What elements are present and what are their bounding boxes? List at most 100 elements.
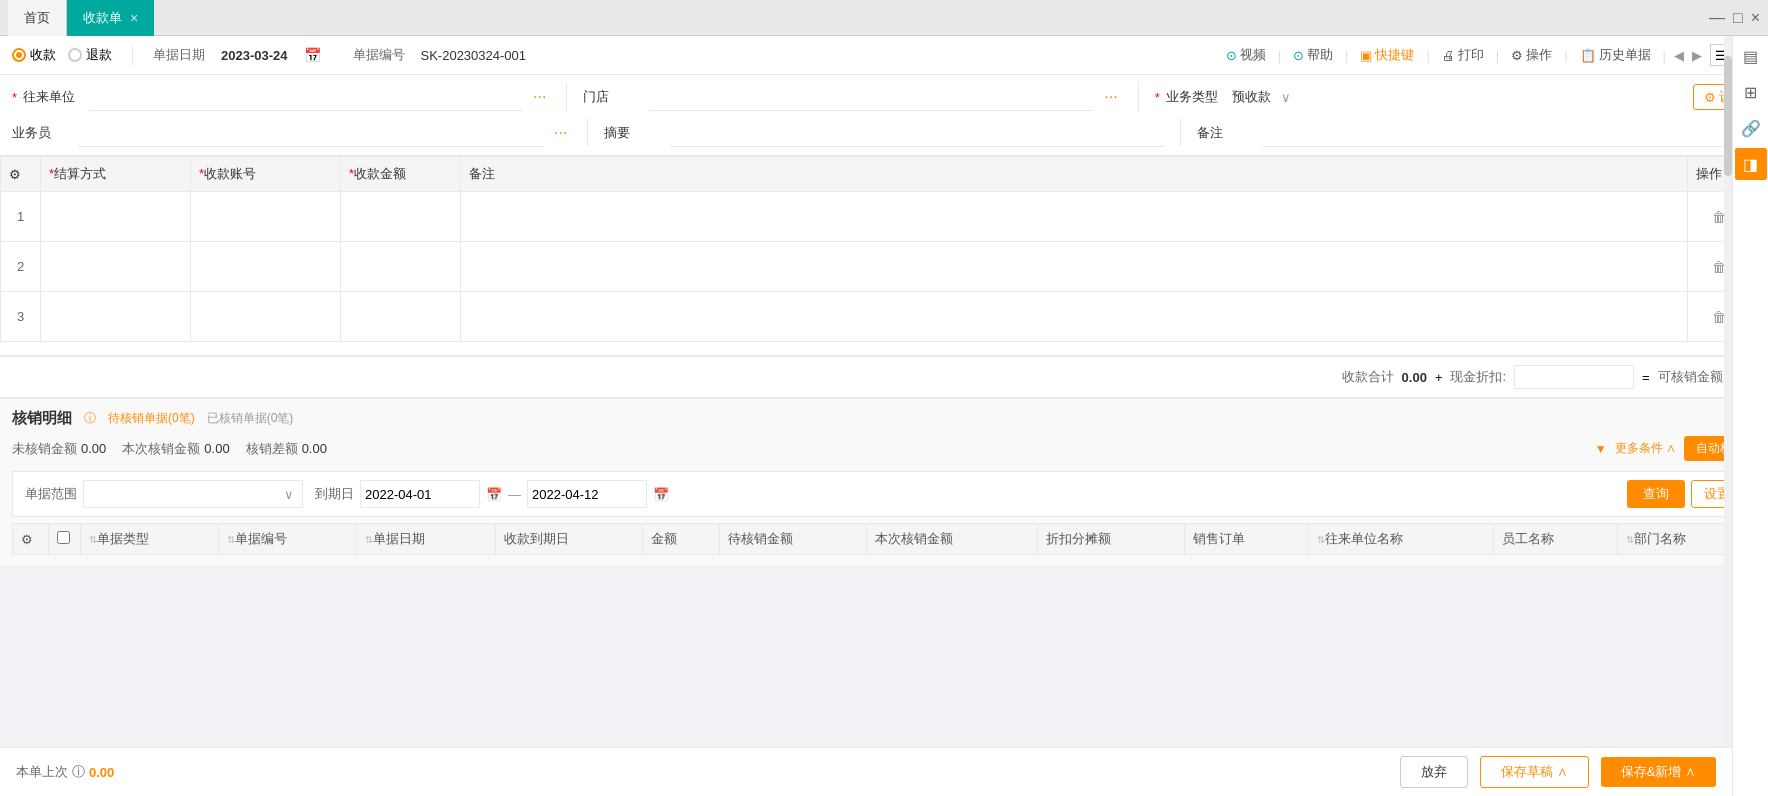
- range-arrow-icon: ∨: [284, 487, 294, 502]
- action-btn[interactable]: ⚙ 操作: [1507, 44, 1556, 66]
- row-account-2[interactable]: [191, 242, 341, 292]
- window-controls: — □ ×: [1709, 9, 1760, 27]
- verify-col-checkbox[interactable]: [49, 524, 81, 555]
- row-note-2[interactable]: [461, 242, 1688, 292]
- video-btn[interactable]: ⊙ 视频: [1222, 44, 1270, 66]
- table-body: 1 🗑 ⊕ 2: [1, 192, 1768, 342]
- counterpart-input[interactable]: [89, 83, 523, 111]
- range-label: 单据范围: [25, 485, 77, 503]
- nav-right-icon[interactable]: ▶: [1692, 48, 1702, 63]
- counterpart-more-icon[interactable]: ···: [529, 88, 550, 106]
- row-note-3[interactable]: [461, 292, 1688, 342]
- receipt-type-selector: 收款 退款: [12, 46, 112, 64]
- diff-label: 核销差额: [246, 440, 298, 458]
- nav-left-icon[interactable]: ◀: [1674, 48, 1684, 63]
- print-btn[interactable]: 🖨 打印: [1438, 44, 1488, 66]
- salesperson-more-icon[interactable]: ···: [550, 124, 571, 142]
- print-icon: 🖨: [1442, 48, 1455, 63]
- verify-col-no: ⇅单据编号: [219, 524, 357, 555]
- sidebar-table-icon[interactable]: ▤: [1735, 40, 1767, 72]
- remark-input[interactable]: [1263, 119, 1756, 147]
- equals-sign: =: [1642, 370, 1650, 385]
- row-account-3[interactable]: [191, 292, 341, 342]
- refund-radio[interactable]: 退款: [68, 46, 112, 64]
- more-cond-btn[interactable]: 更多条件 ∧: [1615, 440, 1676, 457]
- uncancelled-label: 未核销金额: [12, 440, 77, 458]
- draft-button[interactable]: 保存草稿 ∧: [1480, 756, 1589, 788]
- receipt-radio[interactable]: 收款: [12, 46, 56, 64]
- business-type-arrow-icon[interactable]: ∨: [1281, 90, 1291, 105]
- store-label: 门店: [583, 88, 643, 106]
- help-btn[interactable]: ⊙ 帮助: [1289, 44, 1337, 66]
- verify-col-counterpart: ⇅往来单位名称: [1308, 524, 1493, 555]
- row-settle-3[interactable]: [41, 292, 191, 342]
- cal-from-icon[interactable]: 📅: [486, 487, 502, 502]
- verify-col-employee: 员工名称: [1493, 524, 1617, 555]
- row-note-1[interactable]: [461, 192, 1688, 242]
- current-value: 0.00: [204, 441, 229, 456]
- verify-col-settings[interactable]: ⚙: [13, 524, 49, 555]
- store-input[interactable]: [649, 83, 1094, 111]
- tab-close-icon[interactable]: ×: [130, 0, 138, 36]
- salesperson-input[interactable]: [78, 119, 544, 147]
- summary-input[interactable]: [670, 119, 1163, 147]
- row-num-2: 2: [1, 242, 41, 292]
- select-all-checkbox[interactable]: [57, 531, 70, 544]
- form-header: 收款 退款 单据日期 2023-03-24 📅 单据编号 SK-20230324…: [0, 36, 1768, 75]
- verify-col-pending: 待核销金额: [720, 524, 867, 555]
- field-divider-1: [566, 83, 567, 111]
- current-label: 本次核销金额: [122, 440, 200, 458]
- done-tab[interactable]: 已核销单据(0笔): [207, 410, 294, 427]
- filter-row: 单据范围 ∨ 到期日 📅 — 📅 查询 设置: [12, 471, 1756, 517]
- remark-label: 备注: [1197, 124, 1257, 142]
- info-icon[interactable]: ⓘ: [72, 763, 85, 781]
- row-amount-3[interactable]: [341, 292, 461, 342]
- col-settle-header: *结算方式: [41, 157, 191, 192]
- verify-table: ⚙ ⇅单据类型 ⇅单据编号 ⇅单据日期 收款到期日 金额 待核销金: [12, 523, 1756, 555]
- store-more-icon[interactable]: ···: [1100, 88, 1121, 106]
- sidebar-link-icon[interactable]: 🔗: [1735, 112, 1767, 144]
- row-settle-2[interactable]: [41, 242, 191, 292]
- sidebar-grid-icon[interactable]: ⊞: [1735, 76, 1767, 108]
- main-content: 收款 退款 单据日期 2023-03-24 📅 单据编号 SK-20230324…: [0, 36, 1768, 796]
- due-date-label: 到期日: [315, 485, 354, 503]
- date-to-input[interactable]: [527, 480, 647, 508]
- bottom-footer: 本单上次 ⓘ 0.00 放弃 保存草稿 ∧ 保存&新增 ∧: [0, 747, 1732, 796]
- diff-value: 0.00: [302, 441, 327, 456]
- range-select[interactable]: ∨: [83, 480, 303, 508]
- minimize-button[interactable]: —: [1709, 9, 1725, 27]
- sidebar-panel-icon[interactable]: ◨: [1735, 148, 1767, 180]
- scroll-thumb[interactable]: [1724, 56, 1732, 176]
- discount-label: 现金折扣:: [1450, 368, 1506, 386]
- video-icon: ⊙: [1226, 48, 1237, 63]
- cal-to-icon[interactable]: 📅: [653, 487, 669, 502]
- pending-tab[interactable]: 待核销单据(0笔): [108, 410, 195, 427]
- verify-header: 核销明细 ⓘ 待核销单据(0笔) 已核销单据(0笔): [12, 409, 1756, 428]
- close-window-button[interactable]: ×: [1751, 9, 1760, 27]
- summary-label: 摘要: [604, 124, 664, 142]
- shortcut-btn[interactable]: ▣ 快捷键: [1356, 44, 1418, 66]
- row-settle-1[interactable]: [41, 192, 191, 242]
- discount-input[interactable]: [1514, 365, 1634, 389]
- table-row: 3 🗑 ⊕: [1, 292, 1768, 342]
- tab-home[interactable]: 首页: [8, 0, 67, 36]
- col-note-header: 备注: [461, 157, 1688, 192]
- history-btn[interactable]: 📋 历史单据: [1576, 44, 1655, 66]
- col-settings-header[interactable]: ⚙: [1, 157, 41, 192]
- row-amount-1[interactable]: [341, 192, 461, 242]
- maximize-button[interactable]: □: [1733, 9, 1743, 27]
- receipt-table-area: ⚙ *结算方式 *收款账号 *收款金额 备注 操作 1: [0, 156, 1768, 356]
- calendar-icon[interactable]: 📅: [304, 47, 321, 63]
- row-amount-2[interactable]: [341, 242, 461, 292]
- no-value: SK-20230324-001: [421, 48, 527, 63]
- row-account-1[interactable]: [191, 192, 341, 242]
- tab-receipt[interactable]: 收款单 ×: [67, 0, 154, 36]
- salesperson-field: 业务员 ···: [12, 119, 571, 147]
- save-button[interactable]: 保存&新增 ∧: [1601, 757, 1716, 787]
- right-sidebar: ▤ ⊞ 🔗 ◨: [1732, 36, 1768, 796]
- counterpart-field: * 往来单位 ···: [12, 83, 550, 111]
- abandon-button[interactable]: 放弃: [1400, 756, 1468, 788]
- query-button[interactable]: 查询: [1627, 480, 1685, 508]
- date-from-input[interactable]: [360, 480, 480, 508]
- verify-info-icon[interactable]: ⓘ: [84, 410, 96, 427]
